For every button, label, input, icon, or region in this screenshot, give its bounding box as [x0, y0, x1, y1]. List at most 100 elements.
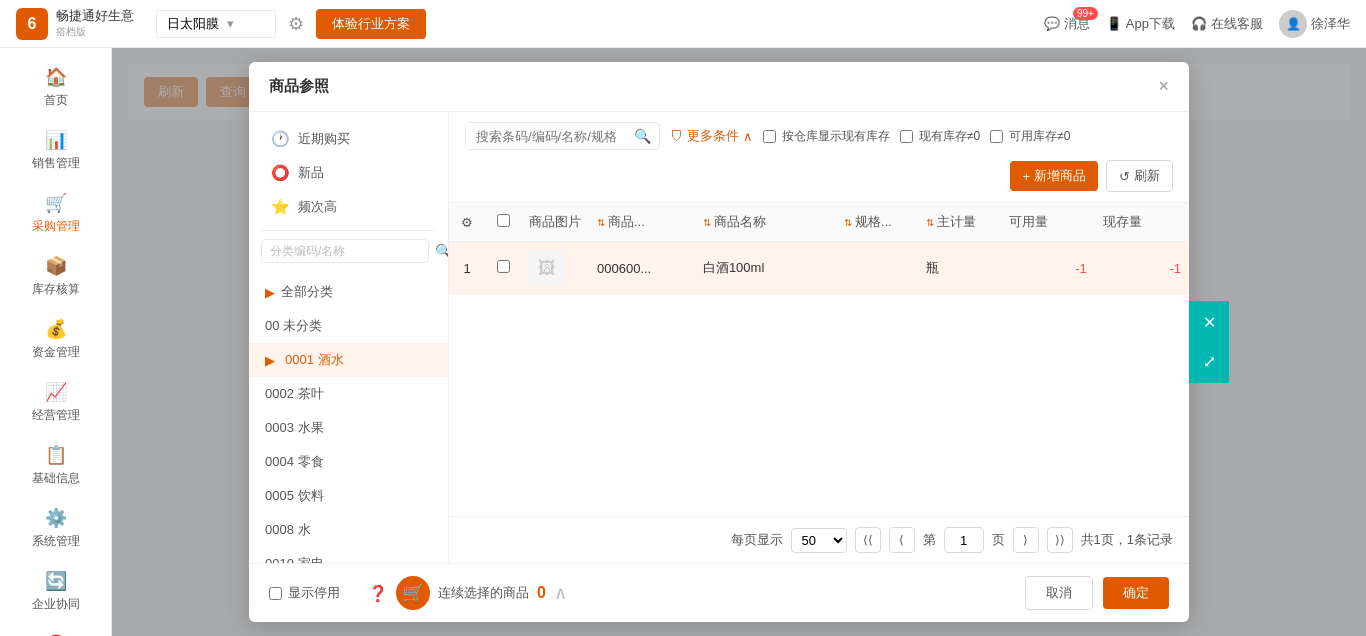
show-disabled-checkbox[interactable] — [269, 587, 282, 600]
row-checkbox[interactable] — [497, 260, 510, 273]
messages-btn[interactable]: 💬 消息 99+ — [1044, 15, 1090, 33]
row-stock-cell: -1 — [1095, 242, 1189, 295]
settings-gear-icon[interactable]: ⚙ — [288, 13, 304, 35]
row-available: -1 — [1075, 261, 1087, 276]
cat-0001-label: 0001 酒水 — [285, 351, 344, 369]
last-page-btn[interactable]: ⟩⟩ — [1047, 527, 1073, 553]
table-toolbar: 🔍 ⛉ 更多条件 ∧ 按仓库显示现有库存 — [449, 112, 1189, 203]
sidebar-item-sales[interactable]: 📊 销售管理 — [0, 119, 111, 182]
row-code: 000600... — [597, 261, 651, 276]
sidebar-label-business: 经营管理 — [32, 407, 80, 424]
category-search-input[interactable] — [261, 239, 429, 263]
category-search-icon[interactable]: 🔍 — [435, 243, 449, 259]
product-search-input[interactable] — [466, 124, 626, 149]
col-spec-label: 规格... — [855, 213, 892, 231]
confirm-button[interactable]: 确定 — [1103, 577, 1169, 609]
prev-page-btn[interactable]: ⟨ — [889, 527, 915, 553]
high-frequency-btn[interactable]: ⭐ 频次高 — [261, 192, 436, 222]
settings-col-icon[interactable]: ⚙ — [461, 215, 473, 230]
collapse-up-icon[interactable]: ∧ — [554, 582, 567, 604]
user-menu[interactable]: 👤 徐泽华 — [1279, 10, 1350, 38]
help-icon[interactable]: ❓ — [368, 584, 388, 603]
refresh-icon: ↺ — [1119, 169, 1130, 184]
col-header-available: 可用量 — [1001, 203, 1095, 242]
left-panel: 🕐 近期购买 ⭕ 新品 ⭐ 频次高 — [249, 112, 449, 563]
select-all-checkbox[interactable] — [497, 214, 510, 227]
toolbar-right: + 新增商品 ↺ 刷新 — [1010, 160, 1173, 192]
online-service-btn[interactable]: 🎧 在线客服 — [1191, 15, 1263, 33]
table-row[interactable]: 1 🖼 000600... — [449, 242, 1189, 295]
sidebar: 🏠 首页 📊 销售管理 🛒 采购管理 📦 库存核算 💰 资金管理 📈 经营管理 … — [0, 48, 112, 636]
teal-close-icon[interactable]: ✕ — [1203, 313, 1216, 332]
recent-purchase-btn[interactable]: 🕐 近期购买 — [261, 124, 436, 154]
col-img-label: 商品图片 — [529, 213, 581, 231]
category-0001[interactable]: ▶ 0001 酒水 — [249, 343, 448, 377]
sidebar-label-inventory: 库存核算 — [32, 281, 80, 298]
first-page-btn[interactable]: ⟨⟨ — [855, 527, 881, 553]
cart-button[interactable]: 🛒 — [396, 576, 430, 610]
new-product-btn[interactable]: ⭕ 新品 — [261, 158, 436, 188]
collab-icon: 🔄 — [45, 570, 67, 592]
add-product-button[interactable]: + 新增商品 — [1010, 161, 1098, 191]
nonzero-stock-checkbox-area: 现有库存≠0 — [900, 128, 980, 145]
refresh-button[interactable]: ↺ 刷新 — [1106, 160, 1173, 192]
left-search-area: 🔍 — [249, 231, 448, 271]
nonzero-available-label: 可用库存≠0 — [1009, 128, 1070, 145]
logo-area: 6 畅捷通好生意 搭档版 — [16, 8, 136, 40]
modal-header: 商品参照 × — [249, 62, 1189, 112]
show-disabled-label: 显示停用 — [288, 584, 340, 602]
col-header-code: ⇅ 商品... — [589, 203, 695, 242]
page-number-input[interactable] — [944, 527, 984, 553]
category-all[interactable]: ▶ 全部分类 — [249, 275, 448, 309]
sidebar-item-guide[interactable]: 🎯 新手引导 — [0, 623, 111, 636]
app-download-btn[interactable]: 📱 App下载 — [1106, 15, 1175, 33]
high-frequency-label: 频次高 — [298, 198, 337, 216]
cart-icon: 🛒 — [402, 582, 424, 604]
category-0005[interactable]: 0005 饮料 — [249, 479, 448, 513]
sort-icon-name: ⇅ — [703, 217, 711, 228]
nonzero-stock-checkbox[interactable] — [900, 130, 913, 143]
category-00[interactable]: 00 未分类 — [249, 309, 448, 343]
store-select[interactable]: 日太阳膜 ▾ — [156, 10, 276, 38]
trial-button[interactable]: 体验行业方案 — [316, 9, 426, 39]
filter-icon: ⛉ — [670, 129, 683, 144]
warehouse-stock-checkbox[interactable] — [763, 130, 776, 143]
teal-expand-icon[interactable]: ⤢ — [1203, 352, 1216, 371]
row-code-cell: 000600... — [589, 242, 695, 295]
phone-icon: 📱 — [1106, 16, 1122, 31]
sidebar-item-collab[interactable]: 🔄 企业协同 — [0, 560, 111, 623]
sidebar-item-purchase[interactable]: 🛒 采购管理 — [0, 182, 111, 245]
modal-close-button[interactable]: × — [1158, 76, 1169, 97]
system-icon: ⚙️ — [45, 507, 67, 529]
cancel-button[interactable]: 取消 — [1025, 576, 1093, 610]
sidebar-item-basic[interactable]: 📋 基础信息 — [0, 434, 111, 497]
sidebar-item-inventory[interactable]: 📦 库存核算 — [0, 245, 111, 308]
category-0002[interactable]: 0002 茶叶 — [249, 377, 448, 411]
more-filter-button[interactable]: ⛉ 更多条件 ∧ — [670, 127, 753, 145]
category-0003[interactable]: 0003 水果 — [249, 411, 448, 445]
row-checkbox-cell — [485, 242, 521, 295]
per-page-select[interactable]: 50 20 100 200 — [791, 528, 847, 553]
category-0004[interactable]: 0004 零食 — [249, 445, 448, 479]
col-header-name: ⇅ 商品名称 — [695, 203, 836, 242]
nonzero-available-checkbox[interactable] — [990, 130, 1003, 143]
cat-0010-label: 0010 家电 — [265, 555, 324, 563]
category-0008[interactable]: 0008 水 — [249, 513, 448, 547]
right-panel: 🔍 ⛉ 更多条件 ∧ 按仓库显示现有库存 — [449, 112, 1189, 563]
sidebar-item-home[interactable]: 🏠 首页 — [0, 56, 111, 119]
next-page-btn[interactable]: ⟩ — [1013, 527, 1039, 553]
category-0010[interactable]: 0010 家电 — [249, 547, 448, 563]
filter-label: 更多条件 — [687, 127, 739, 145]
product-search-area: 🔍 — [465, 122, 660, 150]
modal-body: 🕐 近期购买 ⭕ 新品 ⭐ 频次高 — [249, 112, 1189, 563]
table-header-row: ⚙ 商品图片 — [449, 203, 1189, 242]
footer-middle: ❓ 🛒 连续选择的商品 0 ∧ — [368, 576, 567, 610]
product-search-button[interactable]: 🔍 — [626, 123, 659, 149]
sidebar-item-business[interactable]: 📈 经营管理 — [0, 371, 111, 434]
col-select-all — [485, 203, 521, 242]
sidebar-item-finance[interactable]: 💰 资金管理 — [0, 308, 111, 371]
sidebar-item-system[interactable]: ⚙️ 系统管理 — [0, 497, 111, 560]
username: 徐泽华 — [1311, 15, 1350, 33]
message-badge: 99+ — [1073, 7, 1098, 20]
content-area: 刷新 查询 设置 商品参照 × 🕐 — [112, 48, 1366, 636]
